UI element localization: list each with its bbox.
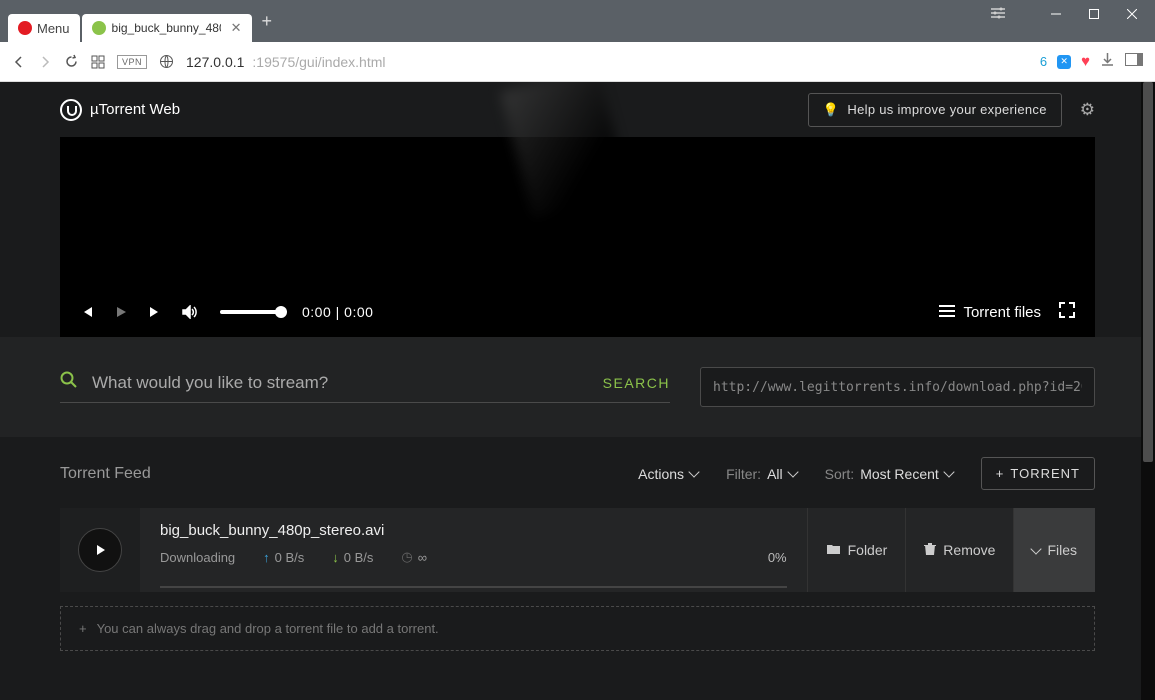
torrent-files-button[interactable]: Torrent files: [939, 304, 1041, 321]
sidebar-toggle-icon[interactable]: [1125, 53, 1143, 71]
torrent-thumbnail[interactable]: [60, 508, 140, 592]
next-icon[interactable]: [148, 305, 162, 319]
shield-icon[interactable]: ✕: [1057, 55, 1071, 69]
remove-button[interactable]: Remove: [905, 508, 1013, 592]
improve-experience-button[interactable]: 💡 Help us improve your experience: [808, 93, 1062, 127]
playback-time: 0:00 | 0:00: [302, 304, 373, 320]
list-icon: [939, 304, 955, 321]
search-row: SEARCH: [0, 337, 1155, 437]
play-circle-icon[interactable]: [78, 528, 122, 572]
dropzone[interactable]: + You can always drag and drop a torrent…: [60, 606, 1095, 651]
tab-title: big_buck_bunny_480p_ste: [112, 21, 221, 35]
previous-icon[interactable]: [80, 305, 94, 319]
clock-icon: ◷: [401, 549, 412, 565]
maximize-icon[interactable]: [1089, 6, 1099, 24]
trash-icon: [924, 542, 936, 559]
lightbulb-icon: 💡: [823, 102, 840, 118]
plus-icon: +: [79, 621, 87, 636]
fullscreen-icon[interactable]: [1059, 302, 1075, 323]
filter-dropdown[interactable]: Filter: All: [726, 466, 797, 482]
reload-icon[interactable]: [64, 54, 79, 69]
close-icon[interactable]: [1127, 6, 1137, 24]
volume-icon[interactable]: [182, 305, 200, 319]
chevron-down-icon: [943, 466, 954, 477]
app-logo[interactable]: µTorrent Web: [60, 99, 180, 121]
torrent-url-input[interactable]: [713, 380, 1082, 395]
play-icon[interactable]: [114, 305, 128, 319]
torrent-status: Downloading: [160, 550, 235, 565]
upload-speed: ↑0 B/s: [263, 550, 304, 565]
download-speed: ↓0 B/s: [332, 550, 373, 565]
folder-button[interactable]: Folder: [807, 508, 906, 592]
chevron-down-icon: [787, 466, 798, 477]
downloads-icon[interactable]: [1100, 52, 1115, 72]
torrent-files-label: Torrent files: [963, 304, 1041, 321]
torrent-eta: ◷∞: [401, 549, 427, 565]
upload-icon: ↑: [263, 550, 270, 565]
url-field[interactable]: 127.0.0.1 :19575/gui/index.html: [186, 54, 1028, 70]
forward-icon: [38, 55, 52, 69]
utorrent-logo-icon: [60, 99, 82, 121]
search-button[interactable]: SEARCH: [603, 375, 670, 391]
browser-tab[interactable]: big_buck_bunny_480p_ste ✕: [82, 14, 252, 42]
search-box[interactable]: SEARCH: [60, 371, 670, 403]
url-host: 127.0.0.1: [186, 54, 244, 70]
opera-icon: [18, 21, 32, 35]
video-player[interactable]: 0:00 | 0:00 Torrent files: [60, 137, 1095, 337]
scrollbar[interactable]: [1141, 82, 1155, 700]
address-bar: VPN 127.0.0.1 :19575/gui/index.html 6 ✕ ♥: [0, 42, 1155, 82]
heart-icon[interactable]: ♥: [1081, 53, 1090, 70]
actions-dropdown[interactable]: Actions: [638, 466, 698, 482]
new-tab-button[interactable]: +: [252, 11, 283, 32]
add-torrent-button[interactable]: + TORRENT: [981, 457, 1095, 490]
search-input[interactable]: [92, 373, 589, 393]
improve-label: Help us improve your experience: [847, 102, 1046, 117]
blocked-count[interactable]: 6: [1040, 54, 1047, 69]
logo-text: µTorrent Web: [90, 101, 180, 118]
equalizer-icon[interactable]: [991, 6, 1005, 24]
download-icon: ↓: [332, 550, 339, 565]
vpn-badge[interactable]: VPN: [117, 55, 147, 69]
feed-section: Torrent Feed Actions Filter: All Sort: M…: [0, 437, 1155, 671]
progress-bar: [160, 586, 787, 588]
files-button[interactable]: Files: [1013, 508, 1095, 592]
url-path: :19575/gui/index.html: [252, 54, 385, 70]
speed-dial-icon[interactable]: [91, 55, 105, 69]
menu-label: Menu: [37, 21, 70, 36]
plus-icon: +: [996, 466, 1005, 481]
utorrent-favicon-icon: [92, 21, 106, 35]
tab-close-icon[interactable]: ✕: [231, 20, 242, 36]
chevron-down-icon: [1031, 543, 1042, 554]
sort-dropdown[interactable]: Sort: Most Recent: [825, 466, 953, 482]
chevron-down-icon: [688, 466, 699, 477]
minimize-icon[interactable]: [1051, 6, 1061, 24]
gear-icon[interactable]: ⚙: [1080, 100, 1095, 120]
feed-title: Torrent Feed: [60, 465, 151, 483]
seek-slider[interactable]: [220, 310, 282, 314]
browser-menu-button[interactable]: Menu: [8, 14, 80, 42]
folder-icon: [826, 542, 841, 558]
search-icon: [60, 371, 78, 394]
dropzone-hint: You can always drag and drop a torrent f…: [97, 621, 439, 636]
torrent-url-box[interactable]: [700, 367, 1095, 407]
torrent-name: big_buck_bunny_480p_stereo.avi: [160, 522, 787, 539]
window-titlebar: Menu big_buck_bunny_480p_ste ✕ +: [0, 0, 1155, 42]
globe-icon[interactable]: [159, 54, 174, 69]
utorrent-app: µTorrent Web 💡 Help us improve your expe…: [0, 82, 1155, 700]
torrent-row: big_buck_bunny_480p_stereo.avi Downloadi…: [60, 508, 1095, 592]
back-icon[interactable]: [12, 55, 26, 69]
torrent-percent: 0%: [768, 550, 787, 565]
